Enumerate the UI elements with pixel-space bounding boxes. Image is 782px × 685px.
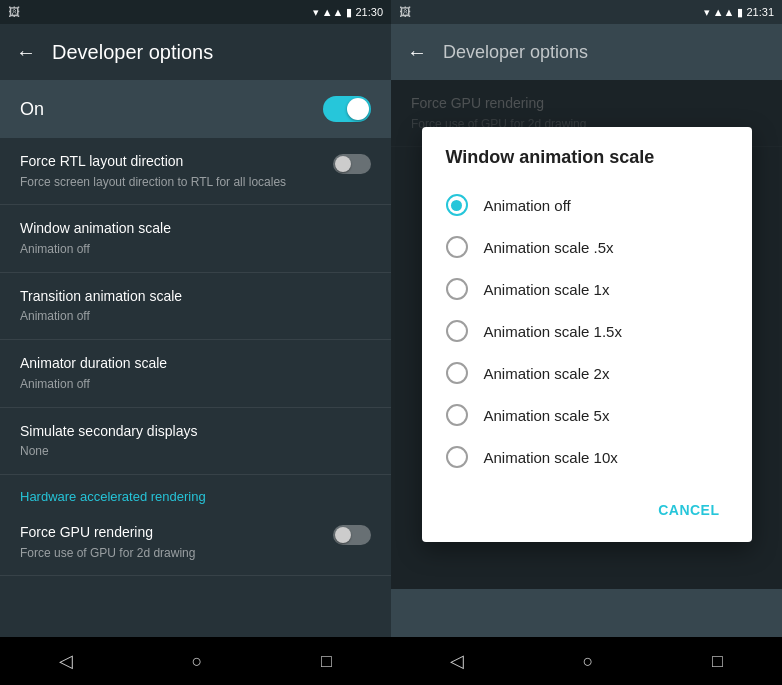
left-toolbar: ← Developer options [0,24,391,80]
radio-option-1x[interactable]: Animation scale 1x [422,268,752,310]
force-rtl-title: Force RTL layout direction [20,152,333,172]
radio-circle-1x [446,278,468,300]
left-back-button[interactable]: ← [16,41,36,64]
animator-duration-subtitle: Animation off [20,376,371,393]
left-time: 21:30 [355,6,383,18]
left-battery-icon: ▮ [346,6,352,19]
left-home-nav[interactable]: ○ [172,643,223,680]
radio-circle-5x [446,404,468,426]
hw-rendering-label: Hardware accelerated rendering [20,489,206,504]
dev-options-toggle-section: On [0,80,391,138]
right-toolbar: ← Developer options [391,24,782,80]
right-back-nav[interactable]: ◁ [430,642,484,680]
radio-label-0-5x: Animation scale .5x [484,239,614,256]
left-status-icons: ▾ ▲▲ ▮ 21:30 [313,6,383,19]
radio-label-1-5x: Animation scale 1.5x [484,323,622,340]
right-recent-nav[interactable]: □ [692,643,743,680]
right-wifi-icon: ▾ [704,6,710,19]
radio-option-2x[interactable]: Animation scale 2x [422,352,752,394]
setting-animator-duration[interactable]: Animator duration scale Animation off [0,340,391,407]
radio-option-0-5x[interactable]: Animation scale .5x [422,226,752,268]
dialog-overlay: Window animation scale Animation off Ani… [391,80,782,589]
left-photo-icon: 🖼 [8,5,20,19]
radio-circle-2x [446,362,468,384]
dialog-actions: CANCEL [422,486,752,542]
hw-rendering-header: Hardware accelerated rendering [0,475,391,509]
dev-options-toggle-label: On [20,99,44,120]
right-panel: 🖼 ▾ ▲▲ ▮ 21:31 ← Developer options Force… [391,0,782,685]
dialog-options: Animation off Animation scale .5x Animat… [422,184,752,486]
radio-option-1-5x[interactable]: Animation scale 1.5x [422,310,752,352]
force-rtl-toggle[interactable] [333,154,371,174]
dialog-title: Window animation scale [422,127,752,184]
right-nav-bar: ◁ ○ □ [391,637,782,685]
cancel-button[interactable]: CANCEL [642,494,735,526]
radio-circle-off [446,194,468,216]
right-time: 21:31 [746,6,774,18]
left-nav-bar: ◁ ○ □ [0,637,391,685]
right-back-button[interactable]: ← [407,41,427,64]
right-photo-icon: 🖼 [399,5,411,19]
setting-force-rtl[interactable]: Force RTL layout direction Force screen … [0,138,391,205]
radio-circle-10x [446,446,468,468]
setting-force-gpu[interactable]: Force GPU rendering Force use of GPU for… [0,509,391,576]
window-animation-title: Window animation scale [20,219,371,239]
animation-scale-dialog: Window animation scale Animation off Ani… [422,127,752,542]
window-animation-subtitle: Animation off [20,241,371,258]
radio-label-off: Animation off [484,197,571,214]
left-settings-list: Force RTL layout direction Force screen … [0,138,391,637]
radio-label-10x: Animation scale 10x [484,449,618,466]
force-gpu-subtitle: Force use of GPU for 2d drawing [20,545,333,562]
left-back-nav[interactable]: ◁ [39,642,93,680]
setting-transition-animation[interactable]: Transition animation scale Animation off [0,273,391,340]
left-toolbar-title: Developer options [52,41,213,64]
transition-animation-subtitle: Animation off [20,308,371,325]
simulate-secondary-title: Simulate secondary displays [20,422,371,442]
force-gpu-title: Force GPU rendering [20,523,333,543]
right-toolbar-title: Developer options [443,42,588,63]
right-signal-icon: ▲▲ [713,6,735,18]
left-wifi-icon: ▾ [313,6,319,19]
setting-window-animation[interactable]: Window animation scale Animation off [0,205,391,272]
simulate-secondary-subtitle: None [20,443,371,460]
radio-option-5x[interactable]: Animation scale 5x [422,394,752,436]
radio-option-10x[interactable]: Animation scale 10x [422,436,752,478]
right-content: Force GPU rendering Force use of GPU for… [391,80,782,637]
left-panel: 🖼 ▾ ▲▲ ▮ 21:30 ← Developer options On Fo… [0,0,391,685]
force-gpu-toggle[interactable] [333,525,371,545]
left-status-bar: 🖼 ▾ ▲▲ ▮ 21:30 [0,0,391,24]
animator-duration-title: Animator duration scale [20,354,371,374]
setting-simulate-secondary[interactable]: Simulate secondary displays None [0,408,391,475]
left-signal-icon: ▲▲ [322,6,344,18]
radio-circle-1-5x [446,320,468,342]
right-status-bar: 🖼 ▾ ▲▲ ▮ 21:31 [391,0,782,24]
radio-label-2x: Animation scale 2x [484,365,610,382]
radio-option-off[interactable]: Animation off [422,184,752,226]
dev-options-toggle[interactable] [323,96,371,122]
force-rtl-subtitle: Force screen layout direction to RTL for… [20,174,333,191]
right-battery-icon: ▮ [737,6,743,19]
radio-label-1x: Animation scale 1x [484,281,610,298]
left-recent-nav[interactable]: □ [301,643,352,680]
transition-animation-title: Transition animation scale [20,287,371,307]
right-home-nav[interactable]: ○ [563,643,614,680]
radio-label-5x: Animation scale 5x [484,407,610,424]
radio-circle-0-5x [446,236,468,258]
right-status-icons: ▾ ▲▲ ▮ 21:31 [704,6,774,19]
